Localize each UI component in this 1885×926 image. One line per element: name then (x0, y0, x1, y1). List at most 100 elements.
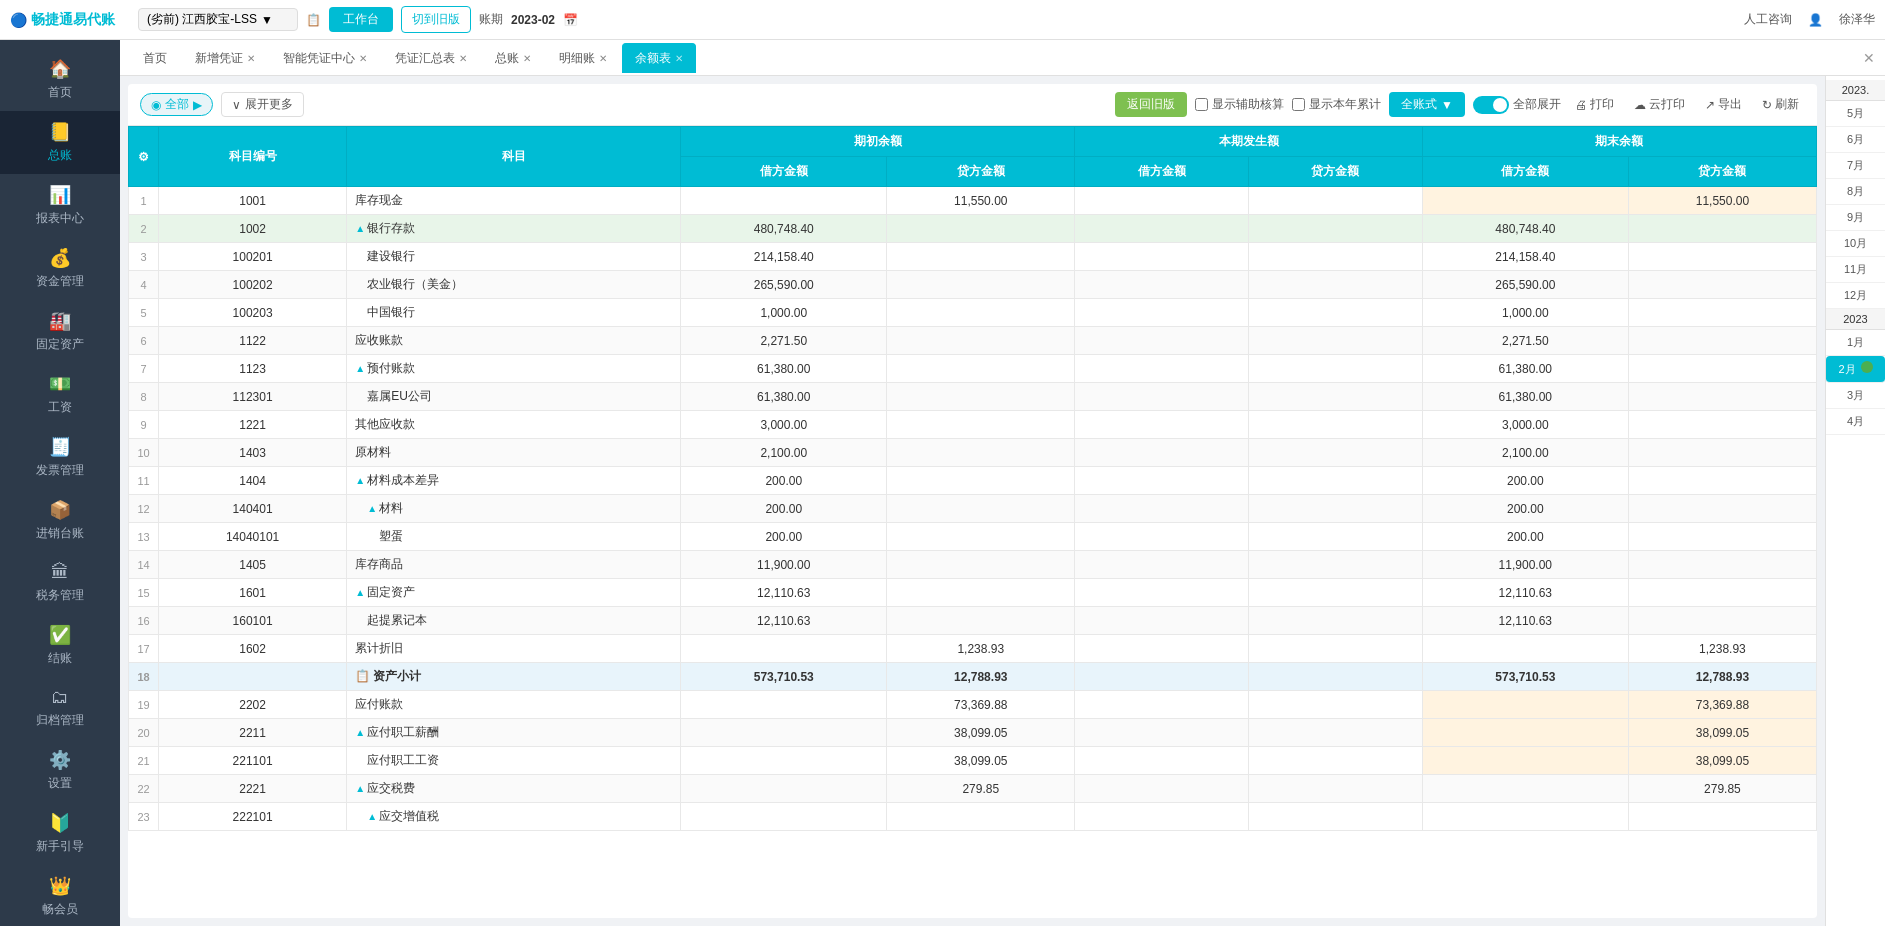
row-name-link[interactable]: 起提累记本 (367, 613, 427, 627)
tab-ledger[interactable]: 总账 ✕ (482, 43, 544, 73)
refresh-button[interactable]: ↻ 刷新 (1756, 93, 1805, 116)
tab-voucher-summary[interactable]: 凭证汇总表 ✕ (382, 43, 480, 73)
row-name[interactable]: 嘉属EU公司 (347, 383, 681, 411)
workbench-button[interactable]: 工作台 (329, 7, 393, 32)
row-name[interactable]: ▲应交税费 (347, 775, 681, 803)
expand-row-icon[interactable]: ▲ (355, 363, 365, 374)
row-name[interactable]: 📋 资产小计 (347, 663, 681, 691)
row-name[interactable]: 库存商品 (347, 551, 681, 579)
calendar-month-7[interactable]: 7月 (1826, 153, 1885, 179)
sidebar-item-settings[interactable]: ⚙️ 设置 (0, 739, 120, 802)
expand-row-icon[interactable]: ▲ (367, 503, 377, 514)
sidebar-item-tax[interactable]: 🏛 税务管理 (0, 552, 120, 614)
print-button[interactable]: 🖨 打印 (1569, 93, 1620, 116)
sidebar-item-invoice[interactable]: 🧾 发票管理 (0, 426, 120, 489)
sidebar-item-reports[interactable]: 📊 报表中心 (0, 174, 120, 237)
row-name-link[interactable]: 资产小计 (373, 669, 421, 683)
show-aux-input[interactable] (1195, 98, 1208, 111)
toggle-control[interactable] (1473, 96, 1509, 114)
expand-row-icon[interactable]: ▲ (355, 475, 365, 486)
expand-row-icon[interactable]: ▲ (367, 811, 377, 822)
tab-smart-center[interactable]: 智能凭证中心 ✕ (270, 43, 380, 73)
row-name-link[interactable]: 嘉属EU公司 (367, 389, 432, 403)
row-name[interactable]: 塑蛋 (347, 523, 681, 551)
tab-new-voucher-close[interactable]: ✕ (247, 53, 255, 64)
return-old-version-button[interactable]: 返回旧版 (1115, 92, 1187, 117)
row-name[interactable]: 建设银行 (347, 243, 681, 271)
calendar-month-10[interactable]: 10月 (1826, 231, 1885, 257)
row-name-link[interactable]: 库存商品 (355, 557, 403, 571)
col-settings[interactable]: ⚙ (129, 127, 159, 187)
tab-ledger-close[interactable]: ✕ (523, 53, 531, 64)
row-name[interactable]: 中国银行 (347, 299, 681, 327)
consultant-button[interactable]: 人工咨询 (1744, 11, 1792, 28)
sidebar-item-archive[interactable]: 🗂 归档管理 (0, 677, 120, 739)
calendar-month-4[interactable]: 4月 (1826, 409, 1885, 435)
sidebar-item-funds[interactable]: 💰 资金管理 (0, 237, 120, 300)
sidebar-item-closing[interactable]: ✅ 结账 (0, 614, 120, 677)
expand-all-toggle[interactable]: 全部展开 (1473, 96, 1561, 114)
expand-row-icon[interactable]: ▲ (355, 783, 365, 794)
show-ytd-input[interactable] (1292, 98, 1305, 111)
cloud-print-button[interactable]: ☁ 云打印 (1628, 93, 1691, 116)
row-name-link[interactable]: 其他应收款 (355, 417, 415, 431)
sidebar-item-guide[interactable]: 🔰 新手引导 (0, 802, 120, 865)
row-name-link[interactable]: 应交增值税 (379, 809, 439, 823)
row-name-link[interactable]: 累计折旧 (355, 641, 403, 655)
row-name[interactable]: 起提累记本 (347, 607, 681, 635)
show-aux-checkbox[interactable]: 显示辅助核算 (1195, 96, 1284, 113)
calendar-month-11[interactable]: 11月 (1826, 257, 1885, 283)
tab-balance[interactable]: 余额表 ✕ (622, 43, 696, 73)
row-name-link[interactable]: 农业银行（美金） (367, 277, 463, 291)
sidebar-item-home[interactable]: 🏠 首页 (0, 48, 120, 111)
tab-detail-ledger-close[interactable]: ✕ (599, 53, 607, 64)
row-name-link[interactable]: 固定资产 (367, 585, 415, 599)
row-name[interactable]: 应收账款 (347, 327, 681, 355)
show-ytd-checkbox[interactable]: 显示本年累计 (1292, 96, 1381, 113)
row-name[interactable]: 原材料 (347, 439, 681, 467)
row-name[interactable]: ▲应付职工薪酬 (347, 719, 681, 747)
tab-home[interactable]: 首页 (130, 43, 180, 73)
row-name-link[interactable]: 塑蛋 (379, 529, 403, 543)
row-name[interactable]: 累计折旧 (347, 635, 681, 663)
sidebar-item-purchase-sales[interactable]: 📦 进销台账 (0, 489, 120, 552)
row-name-link[interactable]: 材料成本差异 (367, 473, 439, 487)
tab-voucher-summary-close[interactable]: ✕ (459, 53, 467, 64)
expand-row-icon[interactable]: ▲ (355, 587, 365, 598)
calendar-month-9[interactable]: 9月 (1826, 205, 1885, 231)
row-name[interactable]: 应付账款 (347, 691, 681, 719)
sidebar-item-member[interactable]: 👑 畅会员 (0, 865, 120, 926)
row-name[interactable]: 应付职工工资 (347, 747, 681, 775)
close-all-tabs-button[interactable]: ✕ (1863, 50, 1875, 66)
tab-balance-close[interactable]: ✕ (675, 53, 683, 64)
tab-new-voucher[interactable]: 新增凭证 ✕ (182, 43, 268, 73)
sidebar-item-ledger[interactable]: 📒 总账 (0, 111, 120, 174)
calendar-month-2[interactable]: 2月 (1826, 356, 1885, 383)
row-name[interactable]: ▲预付账款 (347, 355, 681, 383)
sidebar-item-fixed-assets[interactable]: 🏭 固定资产 (0, 300, 120, 363)
row-name[interactable]: ▲材料 (347, 495, 681, 523)
expand-row-icon[interactable]: ▲ (355, 223, 365, 234)
expand-more-button[interactable]: ∨ 展开更多 (221, 92, 304, 117)
copy-icon[interactable]: 📋 (306, 13, 321, 27)
calendar-month-3[interactable]: 3月 (1826, 383, 1885, 409)
calendar-month-6[interactable]: 6月 (1826, 127, 1885, 153)
row-name[interactable]: 其他应收款 (347, 411, 681, 439)
row-name-link[interactable]: 库存现金 (355, 193, 403, 207)
calendar-month-5[interactable]: 5月 (1826, 101, 1885, 127)
calendar-month-1[interactable]: 1月 (1826, 330, 1885, 356)
expand-row-icon[interactable]: ▲ (355, 727, 365, 738)
row-name-link[interactable]: 建设银行 (367, 249, 415, 263)
row-name-link[interactable]: 应付账款 (355, 697, 403, 711)
row-name-link[interactable]: 预付账款 (367, 361, 415, 375)
row-name[interactable]: ▲固定资产 (347, 579, 681, 607)
row-name-link[interactable]: 材料 (379, 501, 403, 515)
switch-old-version-button[interactable]: 切到旧版 (401, 6, 471, 33)
calendar-month-12[interactable]: 12月 (1826, 283, 1885, 309)
row-name-link[interactable]: 原材料 (355, 445, 391, 459)
row-name[interactable]: 库存现金 (347, 187, 681, 215)
row-name-link[interactable]: 应付职工薪酬 (367, 725, 439, 739)
export-button[interactable]: ↗ 导出 (1699, 93, 1748, 116)
row-name[interactable]: ▲银行存款 (347, 215, 681, 243)
row-name-link[interactable]: 中国银行 (367, 305, 415, 319)
